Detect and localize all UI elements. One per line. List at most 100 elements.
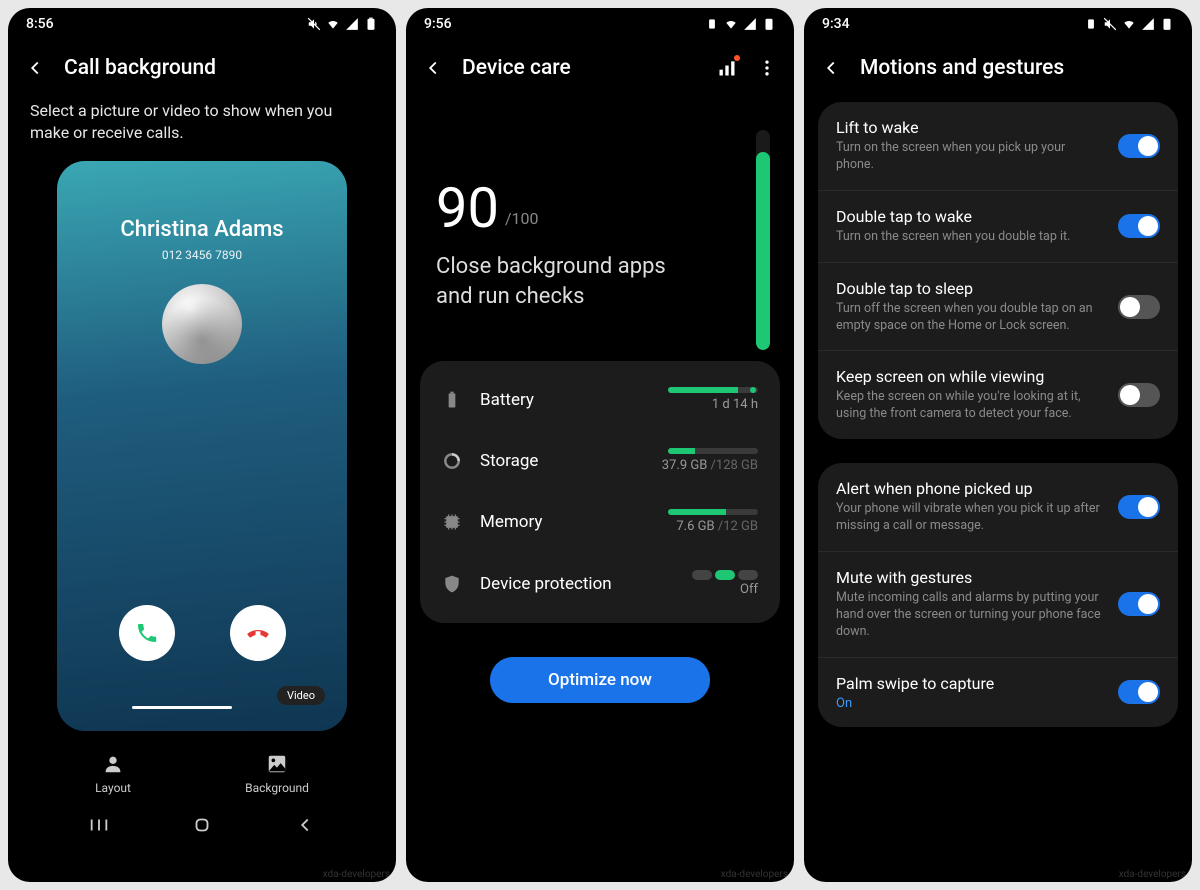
- tab-layout[interactable]: Layout: [95, 753, 131, 795]
- memory-row-icon: [442, 512, 462, 532]
- battery-icon: [762, 17, 776, 31]
- signal-icon: [345, 17, 359, 31]
- call-buttons: [57, 605, 347, 661]
- optimize-label: Optimize now: [548, 670, 652, 690]
- vibrate-icon: [1084, 17, 1098, 31]
- tab-background[interactable]: Background: [245, 753, 309, 795]
- setting-double-tap-sleep[interactable]: Double tap to sleep Turn off the screen …: [818, 263, 1178, 352]
- score-area: 90 /100 Close background apps and run ch…: [406, 90, 794, 331]
- setting-mute-gestures[interactable]: Mute with gestures Mute incoming calls a…: [818, 552, 1178, 658]
- back-icon[interactable]: [422, 57, 444, 79]
- decline-call-button[interactable]: [230, 605, 286, 661]
- setting-title: Palm swipe to capture: [836, 674, 1104, 693]
- page-title: Call background: [64, 56, 216, 80]
- protection-toggle: [692, 570, 758, 580]
- setting-keep-screen-on[interactable]: Keep screen on while viewing Keep the sc…: [818, 351, 1178, 439]
- setting-title: Mute with gestures: [836, 568, 1104, 587]
- more-icon[interactable]: [756, 57, 778, 79]
- tab-layout-label: Layout: [95, 781, 131, 795]
- phone-decline-icon: [246, 621, 270, 645]
- back-icon[interactable]: [820, 57, 842, 79]
- toggle-switch[interactable]: [1118, 495, 1160, 519]
- vibrate-icon: [705, 17, 719, 31]
- toggle-switch[interactable]: [1118, 592, 1160, 616]
- toggle-switch[interactable]: [1118, 295, 1160, 319]
- setting-alert-picked-up[interactable]: Alert when phone picked up Your phone wi…: [818, 463, 1178, 552]
- storage-row[interactable]: Storage 37.9 GB /128 GB: [420, 430, 780, 491]
- status-icons: [307, 17, 378, 31]
- header: Call background: [8, 40, 396, 90]
- nav-bar: [8, 803, 396, 847]
- setting-lift-to-wake[interactable]: Lift to wake Turn on the screen when you…: [818, 102, 1178, 191]
- settings-group-2: Alert when phone picked up Your phone wi…: [818, 463, 1178, 726]
- setting-sub: On: [836, 696, 1104, 711]
- caller-name: Christina Adams: [120, 217, 283, 242]
- setting-desc: Turn on the screen when you pick up your…: [836, 140, 1104, 174]
- status-time: 8:56: [26, 16, 54, 32]
- setting-double-tap-wake[interactable]: Double tap to wake Turn on the screen wh…: [818, 191, 1178, 263]
- memory-label: Memory: [480, 512, 650, 532]
- back-icon[interactable]: [24, 57, 46, 79]
- storage-used: 37.9 GB: [662, 458, 708, 473]
- avatar: [162, 284, 242, 364]
- score-total: /100: [505, 209, 539, 236]
- status-time: 9:56: [424, 16, 452, 32]
- phone-call-background: 8:56 Call background Select a picture or…: [8, 8, 396, 882]
- page-title: Device care: [462, 56, 571, 80]
- stats-icon[interactable]: [716, 57, 738, 79]
- call-preview[interactable]: Christina Adams 012 3456 7890 Video: [57, 161, 347, 731]
- protection-row[interactable]: Device protection Off: [420, 552, 780, 615]
- shield-icon: [442, 574, 462, 594]
- status-bar: 9:56: [406, 8, 794, 40]
- status-time: 9:34: [822, 16, 850, 32]
- setting-desc: Turn on the screen when you double tap i…: [836, 229, 1104, 246]
- wifi-icon: [326, 17, 340, 31]
- protection-label: Device protection: [480, 574, 674, 594]
- layout-icon: [102, 753, 124, 775]
- image-icon: [266, 753, 288, 775]
- page-title: Motions and gestures: [860, 56, 1064, 80]
- optimize-button[interactable]: Optimize now: [490, 657, 710, 703]
- setting-title: Lift to wake: [836, 118, 1104, 137]
- toggle-switch[interactable]: [1118, 134, 1160, 158]
- notification-dot: [734, 55, 740, 61]
- nav-back[interactable]: [294, 814, 316, 836]
- setting-desc: Keep the screen on while you're looking …: [836, 389, 1104, 423]
- setting-desc: Mute incoming calls and alarms by puttin…: [836, 590, 1104, 641]
- score-value: 90: [436, 180, 499, 236]
- care-card: Battery 1 d 14 h Storage 37.9 GB /128 GB…: [420, 361, 780, 623]
- accept-call-button[interactable]: [119, 605, 175, 661]
- page-description: Select a picture or video to show when y…: [8, 90, 396, 161]
- battery-value: 1 d 14 h: [712, 397, 758, 412]
- setting-title: Double tap to sleep: [836, 279, 1104, 298]
- setting-desc: Turn off the screen when you double tap …: [836, 301, 1104, 335]
- memory-used: 7.6 GB: [676, 519, 714, 534]
- video-badge[interactable]: Video: [277, 686, 325, 705]
- nav-home[interactable]: [191, 814, 213, 836]
- caller-number: 012 3456 7890: [162, 248, 242, 262]
- signal-icon: [743, 17, 757, 31]
- status-bar: 8:56: [8, 8, 396, 40]
- memory-row[interactable]: Memory 7.6 GB /12 GB: [420, 491, 780, 552]
- nav-recents[interactable]: [88, 814, 110, 836]
- preview-handle: [132, 706, 232, 709]
- toggle-switch[interactable]: [1118, 383, 1160, 407]
- bottom-tabs: Layout Background: [8, 731, 396, 803]
- watermark: xda-developers: [1119, 869, 1186, 880]
- setting-palm-swipe[interactable]: Palm swipe to capture On: [818, 658, 1178, 727]
- status-icons: [1084, 17, 1174, 31]
- battery-icon: [1160, 17, 1174, 31]
- phone-motions-gestures: 9:34 Motions and gestures Lift to wake T…: [804, 8, 1192, 882]
- watermark: xda-developers: [323, 869, 390, 880]
- wifi-icon: [1122, 17, 1136, 31]
- battery-label: Battery: [480, 390, 650, 410]
- watermark: xda-developers: [721, 869, 788, 880]
- status-icons: [705, 17, 776, 31]
- battery-row[interactable]: Battery 1 d 14 h: [420, 369, 780, 430]
- score-message: Close background apps and run checks: [436, 252, 706, 311]
- toggle-switch[interactable]: [1118, 214, 1160, 238]
- tab-background-label: Background: [245, 781, 309, 795]
- toggle-switch[interactable]: [1118, 680, 1160, 704]
- storage-row-icon: [442, 451, 462, 471]
- phone-device-care: 9:56 Device care 90 /100 Close backgroun…: [406, 8, 794, 882]
